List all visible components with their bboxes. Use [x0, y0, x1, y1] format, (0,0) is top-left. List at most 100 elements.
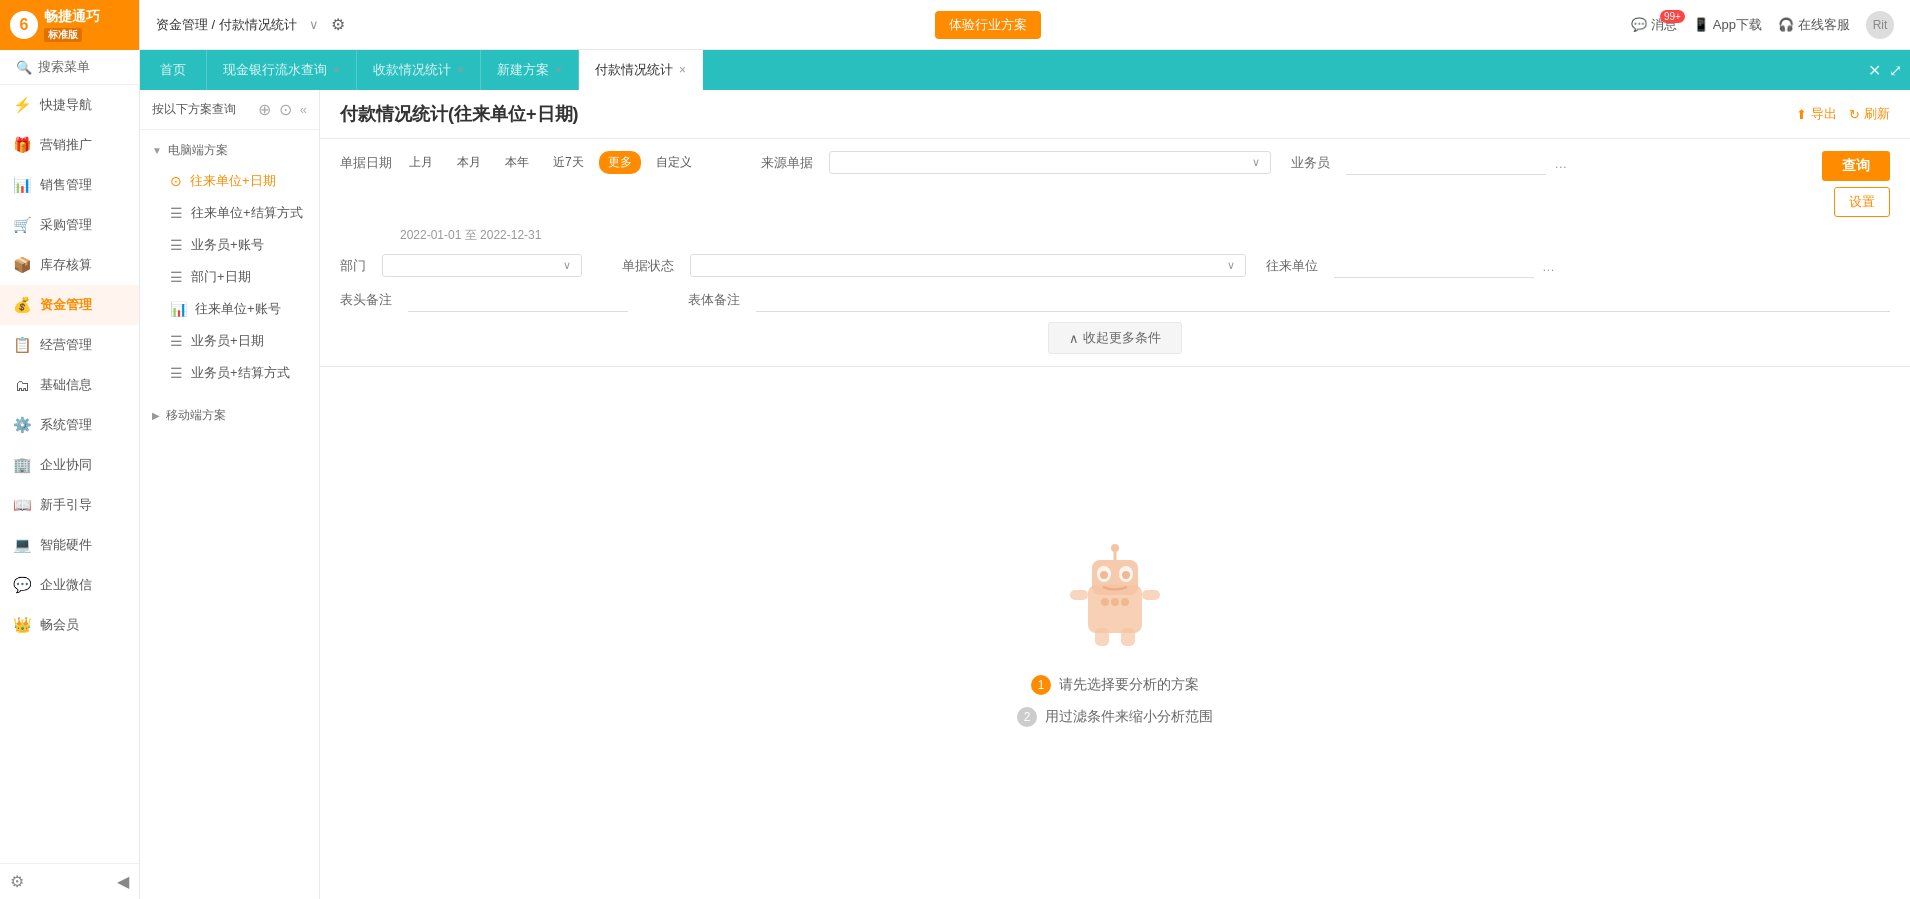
- sidebar-item-operation[interactable]: 📋 经营管理: [0, 325, 139, 365]
- try-industry-btn[interactable]: 体验行业方案: [935, 11, 1041, 39]
- staff-account-label: 业务员+账号: [191, 236, 264, 254]
- notification-btn[interactable]: 💬 消息 99+: [1631, 16, 1677, 34]
- date-btn-more[interactable]: 更多: [599, 151, 641, 174]
- online-service-btn[interactable]: 🎧 在线客服: [1778, 16, 1850, 34]
- sidebar-item-sales[interactable]: 📊 销售管理: [0, 165, 139, 205]
- tab-receipt[interactable]: 收款情况统计 ×: [357, 50, 481, 90]
- svg-rect-11: [1121, 628, 1135, 646]
- scheme-unit-settle[interactable]: ☰ 往来单位+结算方式: [140, 197, 319, 229]
- inventory-label: 库存核算: [40, 256, 92, 274]
- app-download-btn[interactable]: 📱 App下载: [1693, 16, 1762, 34]
- staff-input[interactable]: [1346, 151, 1546, 175]
- sidebar-item-wechat[interactable]: 💬 企业微信: [0, 565, 139, 605]
- unit-ellipsis[interactable]: …: [1542, 259, 1555, 274]
- search-menu[interactable]: 🔍 搜索菜单: [0, 50, 139, 85]
- desktop-scheme-title[interactable]: ▼ 电脑端方案: [140, 136, 319, 165]
- svg-rect-10: [1095, 628, 1109, 646]
- empty-hint-2: 2 用过滤条件来缩小分析范围: [1017, 707, 1213, 727]
- collapse-row: ∧ 收起更多条件: [340, 322, 1890, 354]
- scheme-dept-date[interactable]: ☰ 部门+日期: [140, 261, 319, 293]
- tab-payment[interactable]: 付款情况统计 ×: [579, 50, 703, 90]
- date-range-display: 2022-01-01 至 2022-12-31: [340, 227, 1890, 244]
- date-btn-this-month[interactable]: 本月: [448, 151, 490, 174]
- query-btn[interactable]: 查询: [1822, 151, 1890, 181]
- system-icon: ⚙️: [12, 415, 32, 435]
- guide-label: 新手引导: [40, 496, 92, 514]
- sidebar-item-member[interactable]: 👑 畅会员: [0, 605, 139, 645]
- operation-label: 经营管理: [40, 336, 92, 354]
- scheme-staff-account[interactable]: ☰ 业务员+账号: [140, 229, 319, 261]
- tab-close-all-icon[interactable]: ✕: [1868, 61, 1881, 80]
- tab-expand-icon[interactable]: ⤢: [1889, 61, 1902, 80]
- sidebar-item-coop[interactable]: 🏢 企业协同: [0, 445, 139, 485]
- export-btn[interactable]: ⬆ 导出: [1796, 105, 1837, 123]
- tab-payment-close[interactable]: ×: [679, 63, 686, 77]
- staff-filter-group: 业务员 …: [1291, 151, 1802, 175]
- scheme-staff-date[interactable]: ☰ 业务员+日期: [140, 325, 319, 357]
- unit-input[interactable]: [1334, 254, 1534, 278]
- sidebar-item-quick-nav[interactable]: ⚡ 快捷导航: [0, 85, 139, 125]
- unit-date-icon: ⊙: [170, 173, 182, 189]
- date-btn-this-year[interactable]: 本年: [496, 151, 538, 174]
- sidebar-item-hardware[interactable]: 💻 智能硬件: [0, 525, 139, 565]
- sidebar-item-guide[interactable]: 📖 新手引导: [0, 485, 139, 525]
- content-area: 1 请先选择要分析的方案 2 用过滤条件来缩小分析范围: [320, 367, 1910, 899]
- date-btn-last-month[interactable]: 上月: [400, 151, 442, 174]
- sidebar-footer: ⚙ ◀: [0, 863, 139, 899]
- setting-btn[interactable]: 设置: [1834, 187, 1890, 217]
- collapse-label: 收起更多条件: [1083, 329, 1161, 347]
- sidebar-nav: ⚡ 快捷导航 🎁 营销推广 📊 销售管理 🛒 采购管理 📦 库存核算 💰 资金管…: [0, 85, 139, 863]
- dept-date-icon: ☰: [170, 269, 183, 285]
- scheme-unit-account[interactable]: 📊 往来单位+账号: [140, 293, 319, 325]
- tab-new-scheme-close[interactable]: ×: [555, 63, 562, 77]
- staff-ellipsis[interactable]: …: [1554, 156, 1567, 171]
- tab-receipt-close[interactable]: ×: [457, 63, 464, 77]
- tab-new-scheme[interactable]: 新建方案 ×: [481, 50, 579, 90]
- footer-collapse-icon[interactable]: ◀: [117, 872, 129, 891]
- scheme-settings-btn[interactable]: ⊙: [279, 100, 292, 119]
- date-btn-custom[interactable]: 自定义: [647, 151, 701, 174]
- date-btn-7days[interactable]: 近7天: [544, 151, 593, 174]
- left-panel-title: 按以下方案查询: [152, 101, 236, 118]
- logo-text: 畅捷通巧 标准版: [44, 8, 100, 42]
- svg-point-4: [1100, 571, 1108, 579]
- header-note-input[interactable]: [408, 288, 628, 312]
- scheme-unit-date[interactable]: ⊙ 往来单位+日期: [140, 165, 319, 197]
- add-scheme-btn[interactable]: ⊕: [258, 100, 271, 119]
- topbar-gear-icon[interactable]: ⚙: [331, 15, 345, 34]
- filter-actions-col: 查询 设置: [1822, 151, 1890, 217]
- wechat-icon: 💬: [12, 575, 32, 595]
- system-label: 系统管理: [40, 416, 92, 434]
- quick-nav-icon: ⚡: [12, 95, 32, 115]
- sidebar-item-system[interactable]: ⚙️ 系统管理: [0, 405, 139, 445]
- collapse-panel-btn[interactable]: «: [300, 102, 307, 117]
- sidebar-item-capital[interactable]: 💰 资金管理: [0, 285, 139, 325]
- source-select[interactable]: ∨: [829, 151, 1272, 174]
- sidebar-item-purchase[interactable]: 🛒 采购管理: [0, 205, 139, 245]
- mobile-scheme-title[interactable]: ▶ 移动端方案: [140, 401, 319, 430]
- user-avatar[interactable]: Rit: [1866, 11, 1894, 39]
- mobile-scheme-group: ▶ 移动端方案: [140, 395, 319, 436]
- sidebar-item-basic[interactable]: 🗂 基础信息: [0, 365, 139, 405]
- marketing-icon: 🎁: [12, 135, 32, 155]
- sidebar-item-marketing[interactable]: 🎁 营销推广: [0, 125, 139, 165]
- footer-settings-icon[interactable]: ⚙: [10, 872, 24, 891]
- svg-point-14: [1121, 598, 1129, 606]
- scheme-staff-settle[interactable]: ☰ 业务员+结算方式: [140, 357, 319, 389]
- status-select[interactable]: ∨: [690, 254, 1246, 277]
- tab-bank[interactable]: 现金银行流水查询 ×: [207, 50, 357, 90]
- dept-select[interactable]: ∨: [382, 254, 582, 277]
- body-note-input[interactable]: [756, 288, 1890, 312]
- tabbar: 首页 现金银行流水查询 × 收款情况统计 × 新建方案 × 付款情况统计 × ✕…: [140, 50, 1910, 90]
- sidebar-item-inventory[interactable]: 📦 库存核算: [0, 245, 139, 285]
- tab-home[interactable]: 首页: [140, 50, 207, 90]
- unit-account-label: 往来单位+账号: [195, 300, 281, 318]
- operation-icon: 📋: [12, 335, 32, 355]
- collapse-conditions-btn[interactable]: ∧ 收起更多条件: [1048, 322, 1182, 354]
- mobile-arrow-icon: ▶: [152, 410, 160, 421]
- refresh-btn[interactable]: ↻ 刷新: [1849, 105, 1890, 123]
- staff-account-icon: ☰: [170, 237, 183, 253]
- staff-settle-icon: ☰: [170, 365, 183, 381]
- tab-bank-close[interactable]: ×: [333, 63, 340, 77]
- breadcrumb-chevron[interactable]: ∨: [309, 17, 319, 32]
